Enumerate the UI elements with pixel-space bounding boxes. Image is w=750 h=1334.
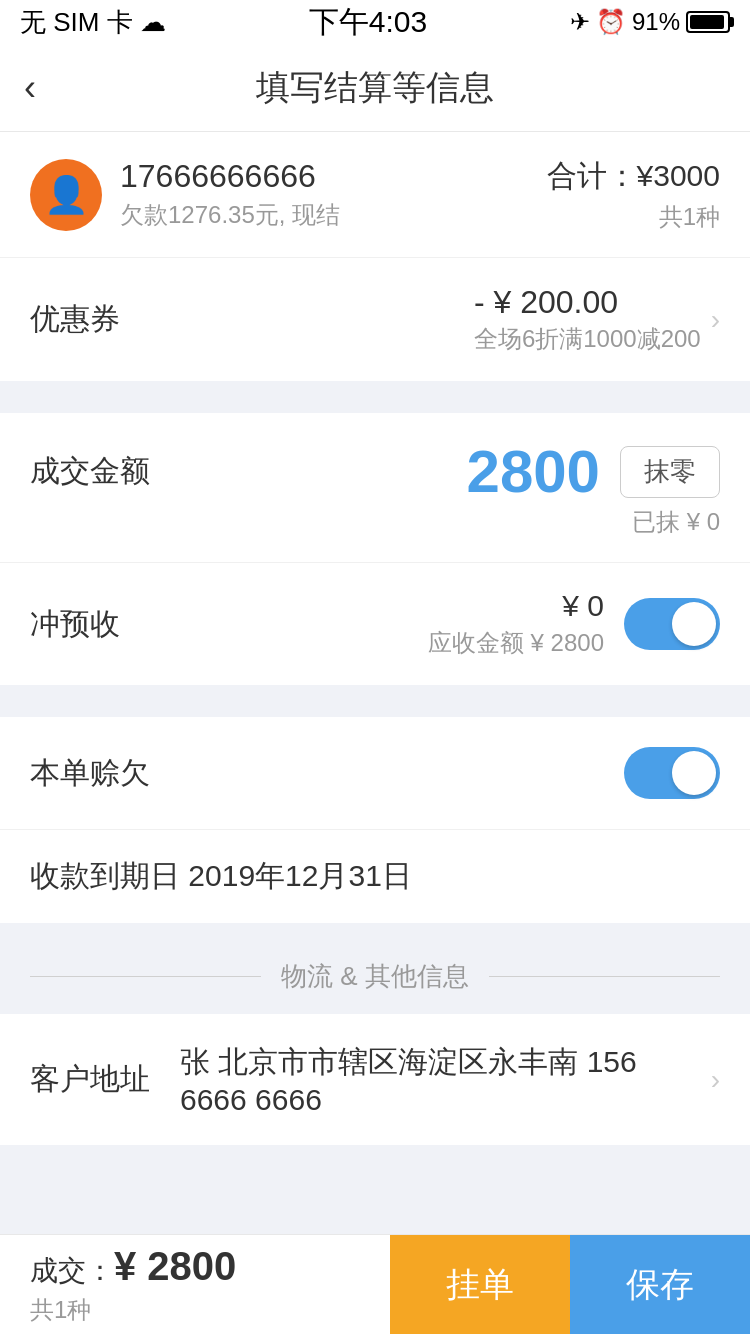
customer-left: 👤 17666666666 欠款1276.35元, 现结 [30,158,340,231]
amount-section: 成交金额 2800 抹零 已抹 ¥ 0 冲预收 ¥ 0 应收金额 ¥ 2800 [0,413,750,685]
coupon-amount: - ¥ 200.00 [474,284,701,321]
coupon-right: - ¥ 200.00 全场6折满1000减200 › [474,284,720,355]
status-right: ✈ ⏰ 91% [570,8,730,36]
deal-amount: ¥ 2800 [114,1244,236,1288]
deal-label: 成交： [30,1255,114,1286]
chevron-right-icon: › [711,304,720,336]
amount-label: 成交金额 [30,451,150,492]
battery-percent: 91% [632,8,680,36]
coupon-label: 优惠券 [30,299,120,340]
customer-row: 👤 17666666666 欠款1276.35元, 现结 合计：¥3000 共1… [0,132,750,257]
customer-sub: 欠款1276.35元, 现结 [120,199,340,231]
precollect-right: ¥ 0 应收金额 ¥ 2800 [428,589,720,659]
amount-sub-wrap: 已抹 ¥ 0 [30,506,720,538]
due-date-label: 收款到期日 2019年12月31日 [30,859,412,892]
logistics-divider: 物流 & 其他信息 [0,939,750,1014]
logistics-line-left [30,976,261,977]
address-label: 客户地址 [30,1059,150,1100]
toggle-knob [672,602,716,646]
divider1 [0,397,750,413]
precollect-row: 冲预收 ¥ 0 应收金额 ¥ 2800 [0,562,750,685]
battery-icon [686,11,730,33]
nav-bar: ‹ 填写结算等信息 [0,44,750,132]
customer-total: 合计：¥3000 [547,156,720,197]
avatar: 👤 [30,159,102,231]
logistics-label: 物流 & 其他信息 [261,959,489,994]
amount-value-wrap: 2800 抹零 [467,437,720,506]
status-time: 下午4:03 [309,2,427,43]
precollect-main: ¥ 0 [428,589,604,623]
amount-row-wrap: 成交金额 2800 抹零 已抹 ¥ 0 [0,413,750,562]
status-left: 无 SIM 卡 ☁ [20,5,166,40]
due-date-row: 收款到期日 2019年12月31日 [0,829,750,923]
alarm-icon: ⏰ [596,8,626,36]
address-value: 张 北京市市辖区海淀区永丰南 156 6666 6666 [180,1042,711,1117]
address-row[interactable]: 客户地址 张 北京市市辖区海淀区永丰南 156 6666 6666 › [0,1014,750,1145]
bottom-bar: 成交：¥ 2800 共1种 挂单 保存 [0,1234,750,1334]
logistics-line-right [489,976,720,977]
precollect-amount: ¥ 0 应收金额 ¥ 2800 [428,589,604,659]
back-button[interactable]: ‹ [24,67,36,109]
page-title: 填写结算等信息 [256,65,494,111]
customer-section: 👤 17666666666 欠款1276.35元, 现结 合计：¥3000 共1… [0,132,750,381]
bottom-deal: 成交：¥ 2800 [30,1244,360,1290]
divider2 [0,701,750,717]
precollect-label: 冲预收 [30,604,120,645]
debt-toggle-knob [672,751,716,795]
customer-right: 合计：¥3000 共1种 [547,156,720,233]
debt-row: 本单赊欠 [0,717,750,829]
customer-count: 共1种 [547,201,720,233]
debt-label: 本单赊欠 [30,753,150,794]
location-icon: ✈ [570,8,590,36]
precollect-sub: 应收金额 ¥ 2800 [428,627,604,659]
amount-sub: 已抹 ¥ 0 [632,508,720,535]
address-chevron-icon: › [711,1064,720,1096]
amount-row: 成交金额 2800 抹零 [30,437,720,506]
save-button[interactable]: 保存 [570,1235,750,1335]
debt-section: 本单赊欠 收款到期日 2019年12月31日 [0,717,750,923]
status-bar: 无 SIM 卡 ☁ 下午4:03 ✈ ⏰ 91% [0,0,750,44]
customer-info: 17666666666 欠款1276.35元, 现结 [120,158,340,231]
bottom-count: 共1种 [30,1294,360,1326]
amount-value: 2800 [467,437,600,506]
sim-label: 无 SIM 卡 ☁ [20,5,166,40]
customer-phone: 17666666666 [120,158,340,195]
coupon-desc: 全场6折满1000减200 [474,323,701,355]
round-button[interactable]: 抹零 [620,446,720,498]
coupon-row[interactable]: 优惠券 - ¥ 200.00 全场6折满1000减200 › [0,257,750,381]
debt-toggle[interactable] [624,747,720,799]
precollect-toggle[interactable] [624,598,720,650]
hang-button[interactable]: 挂单 [390,1235,570,1335]
bottom-info: 成交：¥ 2800 共1种 [0,1244,390,1326]
